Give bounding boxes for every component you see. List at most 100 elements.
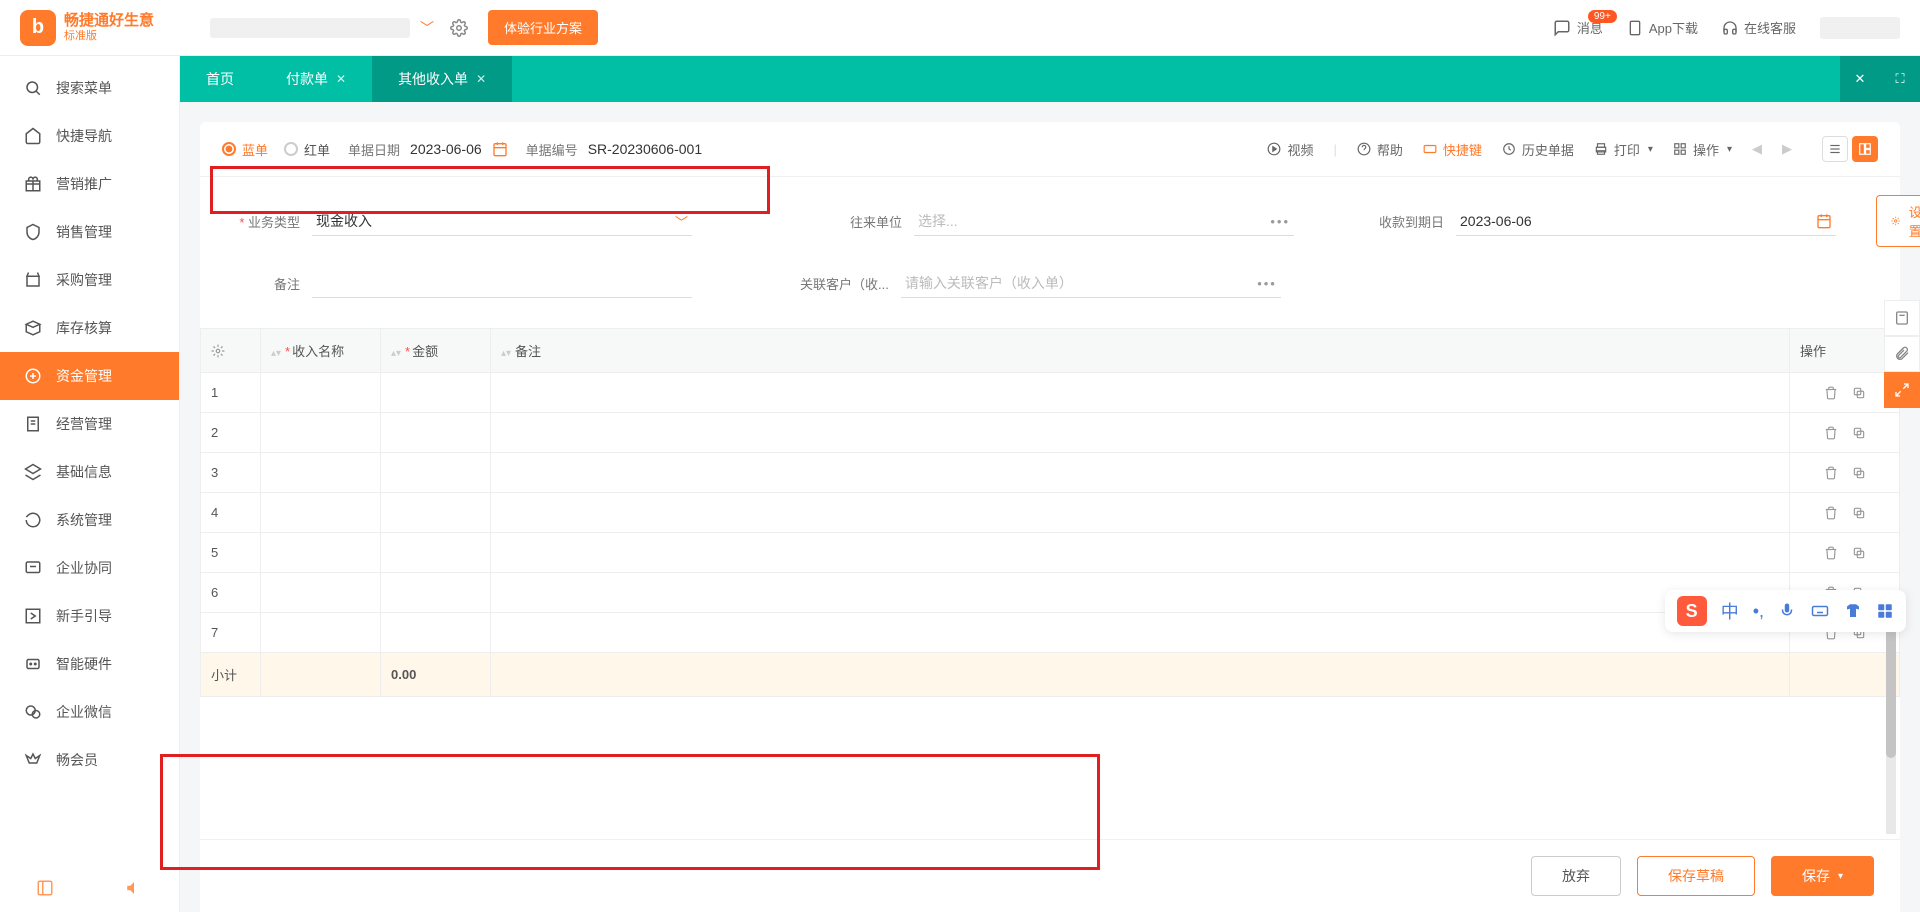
cell-income-name[interactable] <box>261 413 381 453</box>
table-scrollbar[interactable] <box>1886 628 1896 834</box>
save-button[interactable]: 保存▾ <box>1771 856 1874 896</box>
sidebar-collapse-button[interactable] <box>0 864 90 912</box>
cell-amount[interactable] <box>381 493 491 533</box>
save-draft-button[interactable]: 保存草稿 <box>1637 856 1755 896</box>
calendar-icon[interactable] <box>492 141 508 157</box>
ime-toolbox-icon[interactable] <box>1876 602 1894 620</box>
sidebar-item-wechat[interactable]: 企业微信 <box>0 688 179 736</box>
cell-remark[interactable] <box>491 573 1790 613</box>
cell-income-name[interactable] <box>261 533 381 573</box>
calendar-icon[interactable] <box>1816 213 1832 229</box>
ime-punct-button[interactable]: •, <box>1753 601 1764 622</box>
cell-amount[interactable] <box>381 453 491 493</box>
cell-remark[interactable] <box>491 533 1790 573</box>
sidebar-item-box[interactable]: 库存核算 <box>0 304 179 352</box>
sidebar-item-chat[interactable]: 企业协同 <box>0 544 179 592</box>
gear-icon[interactable] <box>450 19 468 37</box>
video-link[interactable]: 视频 <box>1267 140 1313 159</box>
tab-close-all-button[interactable]: ✕ <box>1840 56 1880 102</box>
ime-mic-icon[interactable] <box>1778 602 1796 620</box>
row-copy-button[interactable] <box>1852 426 1866 440</box>
cell-remark[interactable] <box>491 493 1790 533</box>
discard-button[interactable]: 放弃 <box>1531 856 1621 896</box>
app-download-link[interactable]: App下载 <box>1627 18 1698 37</box>
cell-remark[interactable] <box>491 453 1790 493</box>
ime-lang-button[interactable]: 中 <box>1721 598 1739 624</box>
biz-type-input[interactable] <box>312 207 692 236</box>
sidebar-sound-button[interactable] <box>90 864 180 912</box>
sidebar-item-doc[interactable]: 经营管理 <box>0 400 179 448</box>
row-delete-button[interactable] <box>1824 466 1838 480</box>
ime-skin-icon[interactable] <box>1844 602 1862 620</box>
cell-income-name[interactable] <box>261 613 381 653</box>
table-row[interactable]: 4 <box>201 493 1900 533</box>
cell-amount[interactable] <box>381 413 491 453</box>
cell-remark[interactable] <box>491 613 1790 653</box>
shortcut-link[interactable]: 快捷键 <box>1423 140 1482 159</box>
row-delete-button[interactable] <box>1824 506 1838 520</box>
table-row[interactable]: 3 <box>201 453 1900 493</box>
online-service-link[interactable]: 在线客服 <box>1722 18 1796 37</box>
tab-expand-button[interactable]: ⛶ <box>1880 56 1920 102</box>
row-delete-button[interactable] <box>1824 386 1838 400</box>
table-row[interactable]: 2 <box>201 413 1900 453</box>
ime-keyboard-icon[interactable] <box>1810 602 1830 620</box>
row-copy-button[interactable] <box>1852 546 1866 560</box>
tab-1[interactable]: 付款单✕ <box>260 56 372 102</box>
more-icon[interactable]: ••• <box>1270 214 1290 229</box>
ops-link[interactable]: 操作▾ <box>1673 140 1732 159</box>
cell-amount[interactable] <box>381 373 491 413</box>
sidebar-item-bag[interactable]: 采购管理 <box>0 256 179 304</box>
table-row[interactable]: 6 <box>201 573 1900 613</box>
trial-industry-button[interactable]: 体验行业方案 <box>488 10 598 45</box>
doc-date-value[interactable]: 2023-06-06 <box>410 141 482 157</box>
cell-amount[interactable] <box>381 573 491 613</box>
col-gear-header[interactable] <box>201 329 261 373</box>
history-link[interactable]: 历史单据 <box>1502 140 1574 159</box>
more-icon[interactable]: ••• <box>1257 276 1277 291</box>
tab-2[interactable]: 其他收入单✕ <box>372 56 512 102</box>
print-link[interactable]: 打印▾ <box>1594 140 1653 159</box>
user-avatar-placeholder[interactable] <box>1820 17 1900 39</box>
sidebar-item-layers[interactable]: 基础信息 <box>0 448 179 496</box>
row-copy-button[interactable] <box>1852 506 1866 520</box>
remark-input[interactable] <box>312 269 692 298</box>
rail-attach-button[interactable] <box>1884 336 1920 372</box>
cell-amount[interactable] <box>381 613 491 653</box>
cell-remark[interactable] <box>491 413 1790 453</box>
sidebar-item-vip[interactable]: 畅会员 <box>0 736 179 784</box>
cell-income-name[interactable] <box>261 493 381 533</box>
col-amount[interactable]: ▴▾*金额 <box>381 329 491 373</box>
row-delete-button[interactable] <box>1824 426 1838 440</box>
view-list-button[interactable] <box>1822 136 1848 162</box>
radio-blue[interactable]: 蓝单 <box>222 140 268 159</box>
tab-0[interactable]: 首页 <box>180 56 260 102</box>
sidebar-item-search[interactable]: 搜索菜单 <box>0 64 179 112</box>
sidebar-item-robot[interactable]: 智能硬件 <box>0 640 179 688</box>
company-selector[interactable]: ﹀ <box>210 18 434 38</box>
cell-amount[interactable] <box>381 533 491 573</box>
table-row[interactable]: 7 <box>201 613 1900 653</box>
ime-toolbar[interactable]: S 中 •, <box>1665 590 1906 632</box>
cell-income-name[interactable] <box>261 573 381 613</box>
table-row[interactable]: 1 <box>201 373 1900 413</box>
sidebar-item-money[interactable]: 资金管理 <box>0 352 179 400</box>
chevron-down-icon[interactable]: ﹀ <box>675 212 688 231</box>
row-delete-button[interactable] <box>1824 546 1838 560</box>
sidebar-item-loop[interactable]: 系统管理 <box>0 496 179 544</box>
radio-red[interactable]: 红单 <box>284 140 330 159</box>
row-copy-button[interactable] <box>1852 386 1866 400</box>
row-copy-button[interactable] <box>1852 466 1866 480</box>
sidebar-item-gift[interactable]: 营销推广 <box>0 160 179 208</box>
close-icon[interactable]: ✕ <box>476 72 486 86</box>
setting-button[interactable]: 设置 <box>1876 195 1920 247</box>
sidebar-item-shield[interactable]: 销售管理 <box>0 208 179 256</box>
view-form-button[interactable] <box>1852 136 1878 162</box>
help-link[interactable]: 帮助 <box>1357 140 1403 159</box>
due-date-input[interactable] <box>1456 207 1836 236</box>
prev-doc-button[interactable]: ◀ <box>1752 141 1762 157</box>
col-income-name[interactable]: ▴▾*收入名称 <box>261 329 381 373</box>
cell-remark[interactable] <box>491 373 1790 413</box>
rail-expand-button[interactable] <box>1884 372 1920 408</box>
next-doc-button[interactable]: ▶ <box>1782 141 1792 157</box>
